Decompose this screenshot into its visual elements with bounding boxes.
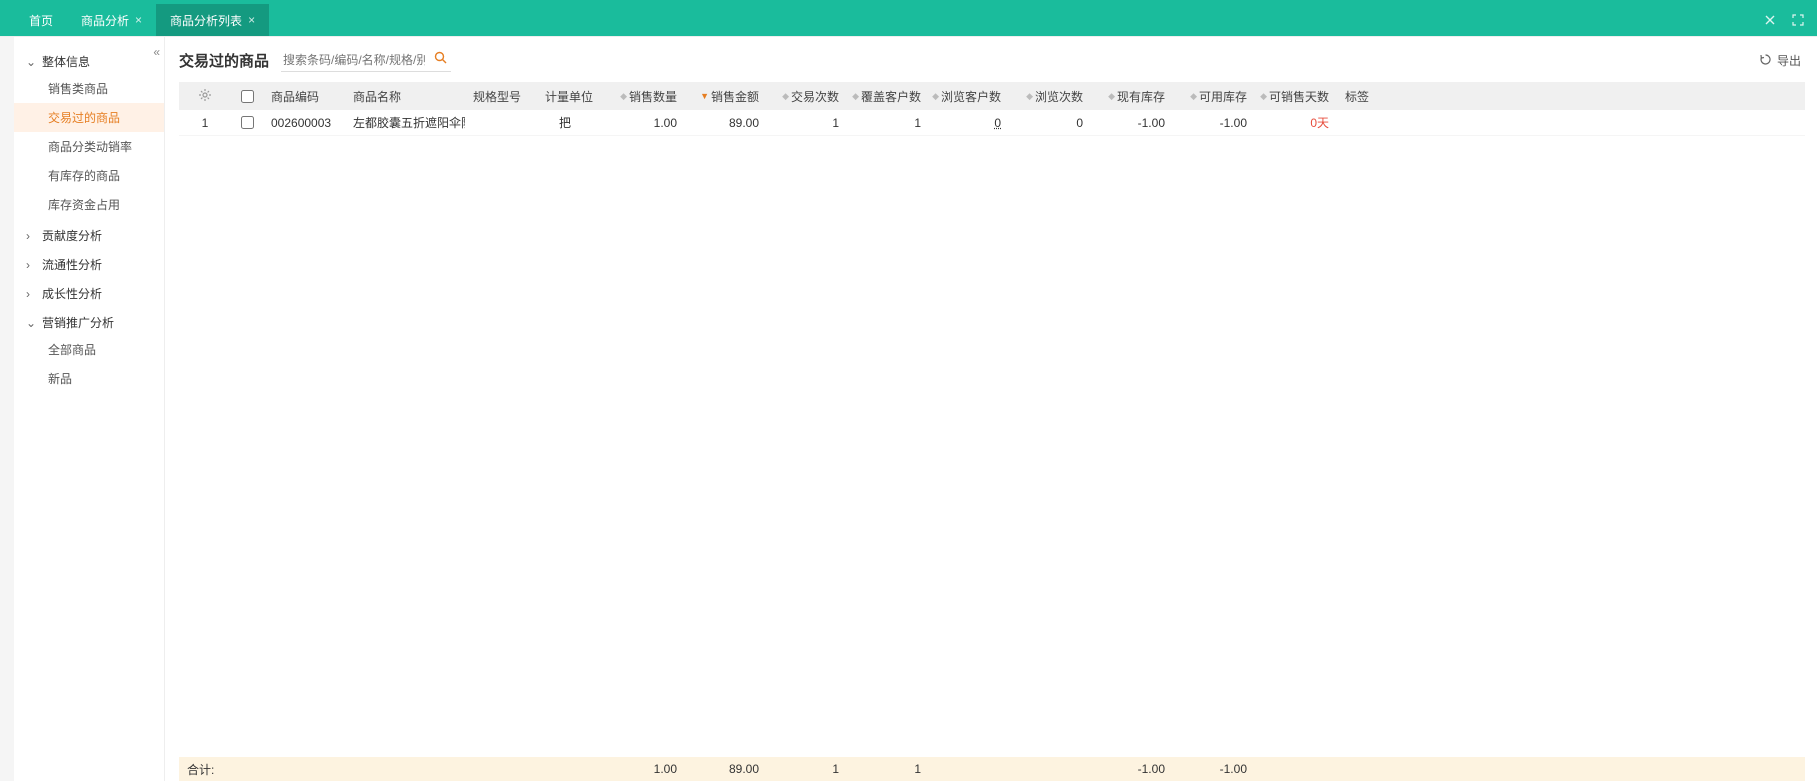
- sidebar-item-instock-products[interactable]: 有库存的商品: [14, 161, 164, 190]
- col-code[interactable]: 商品编码: [263, 88, 345, 105]
- footer-label: 合计:: [179, 761, 231, 778]
- sidebar-item-all-products[interactable]: 全部商品: [14, 335, 164, 364]
- sidebar-item-sales-products[interactable]: 销售类商品: [14, 74, 164, 103]
- row-checkbox-cell: [231, 116, 263, 129]
- main-panel: 交易过的商品 导出: [164, 37, 1817, 781]
- tab-bar: 首页 商品分析 × 商品分析列表 ×: [0, 4, 1817, 36]
- sidebar-group-marketing[interactable]: ⌄ 营销推广分析: [14, 306, 164, 335]
- page-title: 交易过的商品: [179, 50, 269, 71]
- tab-label: 商品分析列表: [170, 12, 242, 29]
- col-cust[interactable]: ◆覆盖客户数: [847, 88, 929, 105]
- sidebar-group-growth[interactable]: › 成长性分析: [14, 277, 164, 306]
- col-qty[interactable]: ◆销售数量: [593, 88, 685, 105]
- export-button[interactable]: 导出: [1759, 52, 1801, 69]
- sort-icon: ◆: [932, 92, 939, 100]
- col-tag[interactable]: 标签: [1337, 88, 1805, 105]
- gear-icon: [198, 88, 212, 105]
- sidebar-item-traded-products[interactable]: 交易过的商品: [14, 103, 164, 132]
- search-icon[interactable]: [434, 51, 447, 67]
- sort-icon: ◆: [852, 92, 859, 100]
- footer-avail: -1.00: [1173, 762, 1255, 776]
- cell-name: 左都胶囊五折遮阳伞防晒伞;: [345, 114, 465, 131]
- chevron-right-icon: ›: [26, 287, 36, 301]
- tab-home[interactable]: 首页: [15, 4, 67, 36]
- col-txn[interactable]: ◆交易次数: [767, 88, 847, 105]
- cell-stock: -1.00: [1091, 116, 1173, 130]
- fullscreen-icon[interactable]: [1791, 13, 1805, 27]
- sort-desc-icon: ▼: [700, 92, 709, 100]
- cell-unit: 把: [537, 114, 593, 131]
- sidebar-group-label: 整体信息: [42, 53, 90, 70]
- chevron-down-icon: ⌄: [26, 55, 36, 69]
- cell-brcnt: 0: [1009, 116, 1091, 130]
- col-stock[interactable]: ◆现有库存: [1091, 88, 1173, 105]
- sort-icon: ◆: [620, 92, 627, 100]
- footer-cust: 1: [847, 762, 929, 776]
- close-icon[interactable]: ×: [248, 13, 255, 27]
- select-all-checkbox[interactable]: [241, 90, 254, 103]
- close-icon[interactable]: ×: [135, 13, 142, 27]
- chevron-down-icon: ⌄: [26, 316, 36, 330]
- cell-days: 0天: [1255, 114, 1337, 131]
- sidebar-group-overview[interactable]: ⌄ 整体信息: [14, 45, 164, 74]
- footer-amt: 89.00: [685, 762, 767, 776]
- sort-icon: ◆: [782, 92, 789, 100]
- table-header-row: 商品编码 商品名称 规格型号 计量单位 ◆销售数量 ▼销售金额 ◆交易次数 ◆覆…: [179, 82, 1805, 110]
- col-name[interactable]: 商品名称: [345, 88, 465, 105]
- table-row[interactable]: 1 002600003 左都胶囊五折遮阳伞防晒伞; 把 1.00 89.00 1…: [179, 110, 1805, 136]
- main-header: 交易过的商品 导出: [169, 37, 1817, 82]
- cell-cust: 1: [847, 116, 929, 130]
- settings-column[interactable]: [179, 88, 231, 105]
- row-checkbox[interactable]: [241, 116, 254, 129]
- cell-txn: 1: [767, 116, 847, 130]
- sidebar-item-new-products[interactable]: 新品: [14, 364, 164, 393]
- data-table: 商品编码 商品名称 规格型号 计量单位 ◆销售数量 ▼销售金额 ◆交易次数 ◆覆…: [169, 82, 1817, 781]
- collapse-sidebar-icon[interactable]: «: [153, 45, 160, 59]
- sidebar: « ⌄ 整体信息 销售类商品 交易过的商品 商品分类动销率 有库存的商品 库存资…: [14, 37, 164, 781]
- footer-txn: 1: [767, 762, 847, 776]
- chevron-right-icon: ›: [26, 229, 36, 243]
- close-all-icon[interactable]: [1763, 13, 1777, 27]
- tab-product-analysis-list[interactable]: 商品分析列表 ×: [156, 4, 269, 36]
- left-gutter: [0, 37, 14, 781]
- col-brcnt[interactable]: ◆浏览次数: [1009, 88, 1091, 105]
- col-brcust[interactable]: ◆浏览客户数: [929, 88, 1009, 105]
- footer-qty: 1.00: [593, 762, 685, 776]
- col-amt[interactable]: ▼销售金额: [685, 88, 767, 105]
- col-avail[interactable]: ◆可用库存: [1173, 88, 1255, 105]
- checkbox-column: [231, 90, 263, 103]
- sidebar-group-liquidity[interactable]: › 流通性分析: [14, 248, 164, 277]
- col-days[interactable]: ◆可销售天数: [1255, 88, 1337, 105]
- sort-icon: ◆: [1190, 92, 1197, 100]
- col-unit[interactable]: 计量单位: [537, 88, 593, 105]
- cell-avail: -1.00: [1173, 116, 1255, 130]
- table-footer-row: 合计: 1.00 89.00 1 1 -1.00 -1.00: [179, 757, 1805, 781]
- sidebar-item-category-rate[interactable]: 商品分类动销率: [14, 132, 164, 161]
- cell-amt: 89.00: [685, 116, 767, 130]
- chevron-right-icon: ›: [26, 258, 36, 272]
- cell-qty: 1.00: [593, 116, 685, 130]
- sidebar-group-label: 贡献度分析: [42, 227, 102, 244]
- sidebar-group-label: 成长性分析: [42, 285, 102, 302]
- sidebar-group-label: 流通性分析: [42, 256, 102, 273]
- export-label: 导出: [1777, 52, 1801, 69]
- cell-code: 002600003: [263, 116, 345, 130]
- tab-label: 首页: [29, 12, 53, 29]
- footer-stock: -1.00: [1091, 762, 1173, 776]
- search-box: [281, 49, 451, 72]
- sort-icon: ◆: [1108, 92, 1115, 100]
- row-index: 1: [179, 116, 231, 130]
- cell-brcust[interactable]: 0: [929, 116, 1009, 130]
- table-body-spacer: [179, 136, 1805, 757]
- col-spec[interactable]: 规格型号: [465, 88, 537, 105]
- sidebar-group-label: 营销推广分析: [42, 314, 114, 331]
- search-input[interactable]: [281, 49, 451, 72]
- sort-icon: ◆: [1260, 92, 1267, 100]
- refresh-icon: [1759, 53, 1772, 69]
- sort-icon: ◆: [1026, 92, 1033, 100]
- sidebar-group-contribution[interactable]: › 贡献度分析: [14, 219, 164, 248]
- tab-product-analysis[interactable]: 商品分析 ×: [67, 4, 156, 36]
- sidebar-item-stock-capital[interactable]: 库存资金占用: [14, 190, 164, 219]
- tab-label: 商品分析: [81, 12, 129, 29]
